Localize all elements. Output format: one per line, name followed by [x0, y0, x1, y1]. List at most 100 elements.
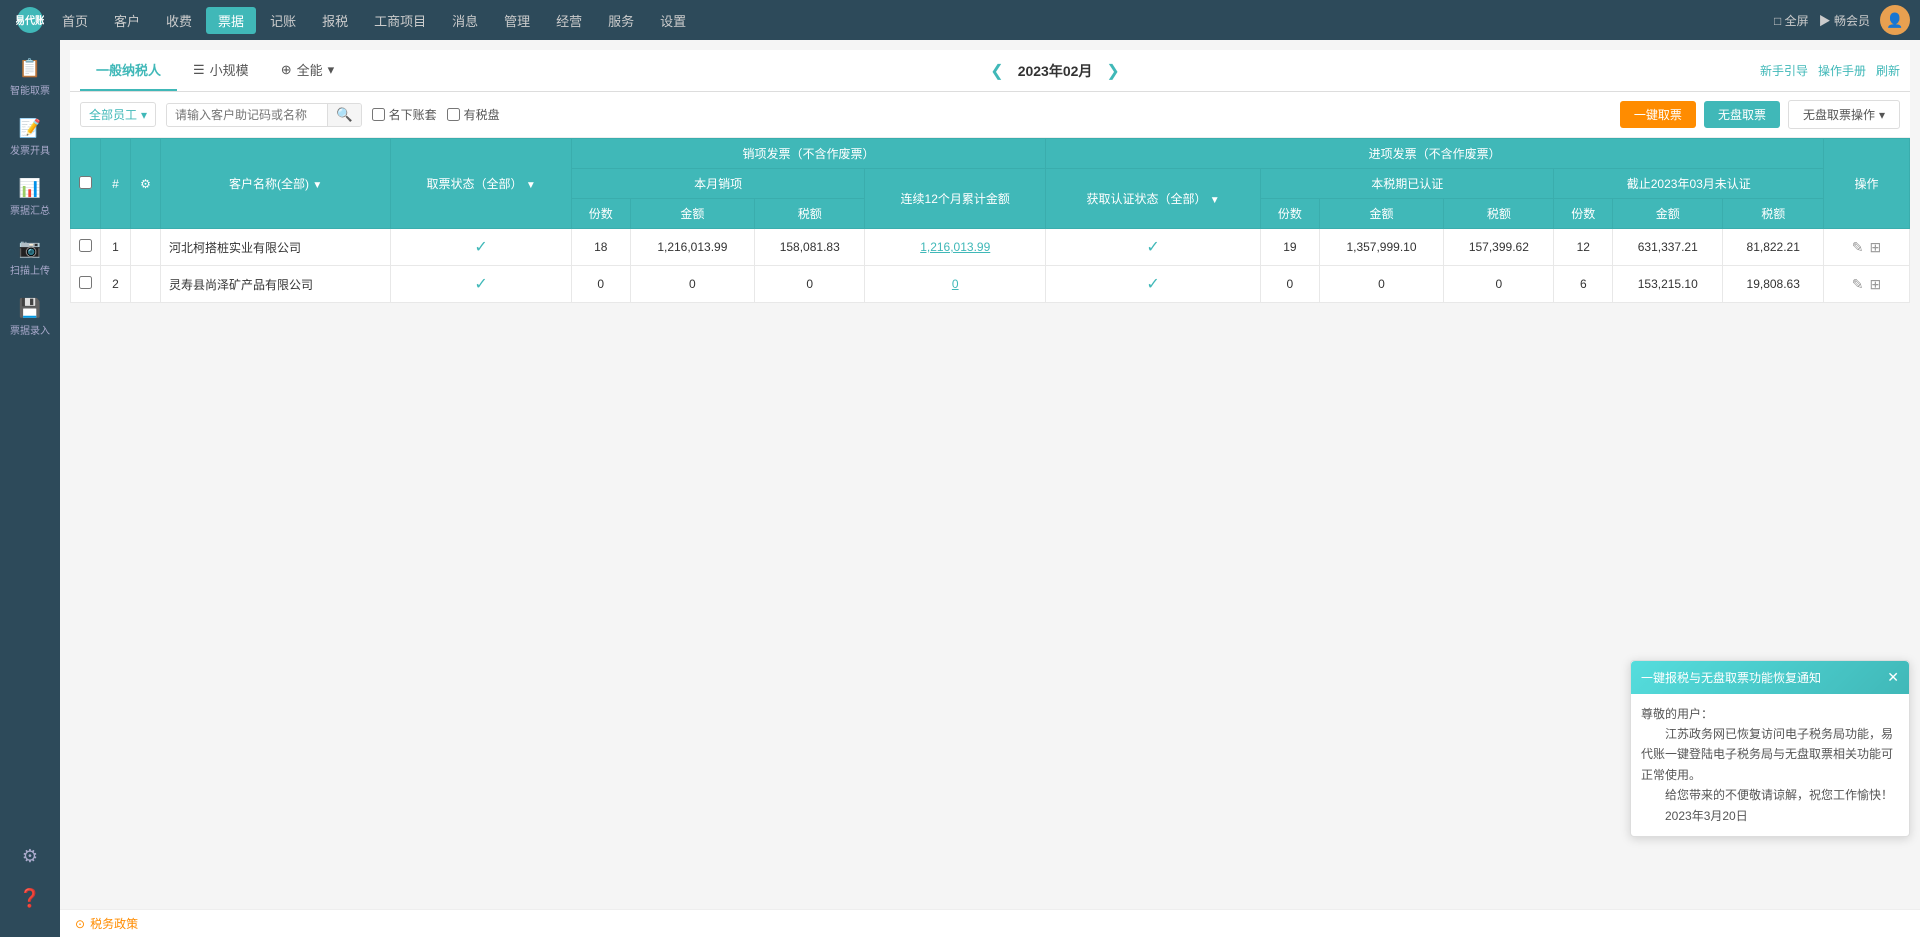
row1-purchase-march-amount: 631,337.21	[1613, 229, 1723, 266]
one-click-fetch-button[interactable]: 一键取票	[1620, 101, 1696, 128]
account-checkbox[interactable]	[372, 108, 385, 121]
employee-select-icon: ▾	[141, 108, 147, 122]
nav-charge[interactable]: 收费	[154, 7, 204, 34]
no-disc-fetch-button[interactable]: 无盘取票	[1704, 101, 1780, 128]
manual-btn[interactable]: 操作手册	[1818, 62, 1866, 79]
col-sales-amount: 金额	[630, 199, 755, 229]
row2-purchase-march-tax: 19,808.63	[1723, 266, 1824, 303]
next-month-btn[interactable]: ❯	[1100, 59, 1125, 83]
new-user-guide-btn[interactable]: 新手引导	[1760, 62, 1808, 79]
col-until-march-header: 截止2023年03月未认证	[1554, 169, 1824, 199]
sidebar-label-zhiNengQuPiao: 智能取票	[10, 82, 50, 97]
employee-select-label: 全部员工	[89, 106, 137, 123]
col-continuous12-header: 连续12个月累计金额	[865, 169, 1046, 229]
row2-continuous12: 0	[865, 266, 1046, 303]
row1-copy-icon[interactable]: ⊞	[1870, 239, 1882, 256]
nav-service[interactable]: 服务	[596, 7, 646, 34]
sidebar-item-zhiNengQuPiao[interactable]: 📋 智能取票	[2, 50, 58, 105]
row2-checkbox[interactable]	[71, 266, 101, 303]
search-input[interactable]	[167, 105, 327, 125]
col-fetch-status-header: 取票状态（全部） ▼	[391, 139, 572, 229]
table-row: 1 河北柯搭桩实业有限公司 ✓ 18 1,216,013.99 158,081.…	[71, 229, 1910, 266]
sidebar-item-fapiaoKaiju[interactable]: 📝 发票开具	[2, 110, 58, 165]
employee-select[interactable]: 全部员工 ▾	[80, 102, 156, 127]
col-purchase-march-count: 份数	[1554, 199, 1613, 229]
sidebar-item-fapiaoHuizong[interactable]: 📊 票据汇总	[2, 170, 58, 225]
row1-checkbox[interactable]	[71, 229, 101, 266]
sidebar-item-help[interactable]: ❓	[2, 880, 58, 917]
row2-purchase-march-count: 6	[1554, 266, 1613, 303]
month-navigation: ❮ 2023年02月 ❯	[350, 59, 1760, 83]
col-purchase-march-amount: 金额	[1613, 199, 1723, 229]
nav-bookkeeping[interactable]: 记账	[258, 7, 308, 34]
tab-yiban[interactable]: 一般纳税人	[80, 50, 177, 91]
col-sales-invoice-header: 销项发票（不含作废票）	[571, 139, 1045, 169]
sidebar: 📋 智能取票 📝 发票开具 📊 票据汇总 📷 扫描上传 💾 票据录入 ⚙ ❓	[0, 40, 60, 937]
notification-close-btn[interactable]: ✕	[1887, 669, 1899, 686]
prev-month-btn[interactable]: ❮	[984, 59, 1009, 83]
nav-manage[interactable]: 管理	[492, 7, 542, 34]
row1-sales-count: 18	[571, 229, 630, 266]
account-checkbox-label: 名下账套	[389, 106, 437, 123]
checkbox-account[interactable]: 名下账套	[372, 106, 437, 123]
notification-body: 尊敬的用户： 江苏政务网已恢复访问电子税务局功能，易代账一键登陆电子税务局与无盘…	[1631, 694, 1909, 836]
zhiNengQuPiao-icon: 📋	[19, 58, 41, 79]
col-purchase-this-count: 份数	[1261, 199, 1320, 229]
taxpad-checkbox-label: 有税盘	[464, 106, 500, 123]
col-this-month-header: 本月销项	[571, 169, 864, 199]
help-icon: ❓	[19, 888, 41, 909]
logo[interactable]: 易代账	[10, 0, 50, 40]
nav-customer[interactable]: 客户	[102, 7, 152, 34]
filter-bar: 全部员工 ▾ 🔍 名下账套 有税盘 一键取票 无盘取票 无盘取票操作 ▾	[70, 92, 1910, 138]
select-all-checkbox[interactable]	[79, 176, 92, 189]
row1-edit-icon[interactable]: ✎	[1852, 239, 1864, 256]
col-index-header: #	[101, 139, 131, 229]
nav-message[interactable]: 消息	[440, 7, 490, 34]
dropdown-chevron-icon: ▾	[1879, 108, 1885, 122]
sidebar-label-saoMiao: 扫描上传	[10, 262, 50, 277]
nav-business[interactable]: 工商项目	[362, 7, 438, 34]
chevron-down-icon: ▾	[328, 62, 335, 78]
nav-tax[interactable]: 报税	[310, 7, 360, 34]
col-purchase-invoice-header: 进项发票（不含作废票）	[1046, 139, 1824, 169]
row2-actions: ✎ ⊞	[1824, 266, 1910, 303]
sidebar-item-settings[interactable]: ⚙	[2, 838, 58, 875]
fapiaoHuizong-icon: 📊	[19, 178, 41, 199]
row1-purchase-this-amount: 1,357,999.10	[1319, 229, 1444, 266]
month-nav: ❮ 2023年02月 ❯	[984, 59, 1126, 83]
row2-settings	[131, 266, 161, 303]
nav-home[interactable]: 首页	[50, 7, 100, 34]
fapiaoRuKu-icon: 💾	[19, 298, 41, 319]
sidebar-label-fapiaoKaiju: 发票开具	[10, 142, 50, 157]
row1-cert-status: ✓	[1046, 229, 1261, 266]
checkbox-taxpad[interactable]: 有税盘	[447, 106, 500, 123]
row2-copy-icon[interactable]: ⊞	[1870, 276, 1882, 293]
taxpad-checkbox[interactable]	[447, 108, 460, 121]
tab-quanneng[interactable]: ⊕ 全能 ▾	[265, 50, 350, 91]
nav-operation[interactable]: 经营	[544, 7, 594, 34]
col-checkbox	[71, 139, 101, 229]
sidebar-item-saoMiao[interactable]: 📷 扫描上传	[2, 230, 58, 285]
tab-xiaogui[interactable]: ☰ 小规模	[177, 50, 265, 91]
tax-policy-link[interactable]: 税务政策	[90, 915, 138, 932]
tab-bar: 一般纳税人 ☰ 小规模 ⊕ 全能 ▾ ❮ 2023年02月 ❯ 新手引导 操作手…	[70, 50, 1910, 92]
col-purchase-march-tax: 税额	[1723, 199, 1824, 229]
avatar[interactable]: 👤	[1880, 5, 1910, 35]
row1-purchase-march-tax: 81,822.21	[1723, 229, 1824, 266]
vip-btn[interactable]: ▶ 畅会员	[1819, 12, 1870, 29]
nav-settings[interactable]: 设置	[648, 7, 698, 34]
row1-purchase-this-tax: 157,399.62	[1444, 229, 1554, 266]
refresh-btn[interactable]: 刷新	[1876, 62, 1900, 79]
no-disc-action-button[interactable]: 无盘取票操作 ▾	[1788, 100, 1900, 129]
tab-right-actions: 新手引导 操作手册 刷新	[1760, 62, 1900, 79]
search-button[interactable]: 🔍	[327, 104, 361, 126]
row2-purchase-this-tax: 0	[1444, 266, 1554, 303]
sidebar-item-fapiaoRuKu[interactable]: 💾 票据录入	[2, 290, 58, 345]
fullscreen-btn[interactable]: □ 全屏	[1774, 12, 1809, 29]
nav-invoice[interactable]: 票据	[206, 7, 256, 34]
row2-sales-tax: 0	[755, 266, 865, 303]
row2-edit-icon[interactable]: ✎	[1852, 276, 1864, 293]
col-settings-header[interactable]: ⚙	[131, 139, 161, 229]
settings-icon: ⚙	[22, 846, 38, 867]
row1-sales-tax: 158,081.83	[755, 229, 865, 266]
